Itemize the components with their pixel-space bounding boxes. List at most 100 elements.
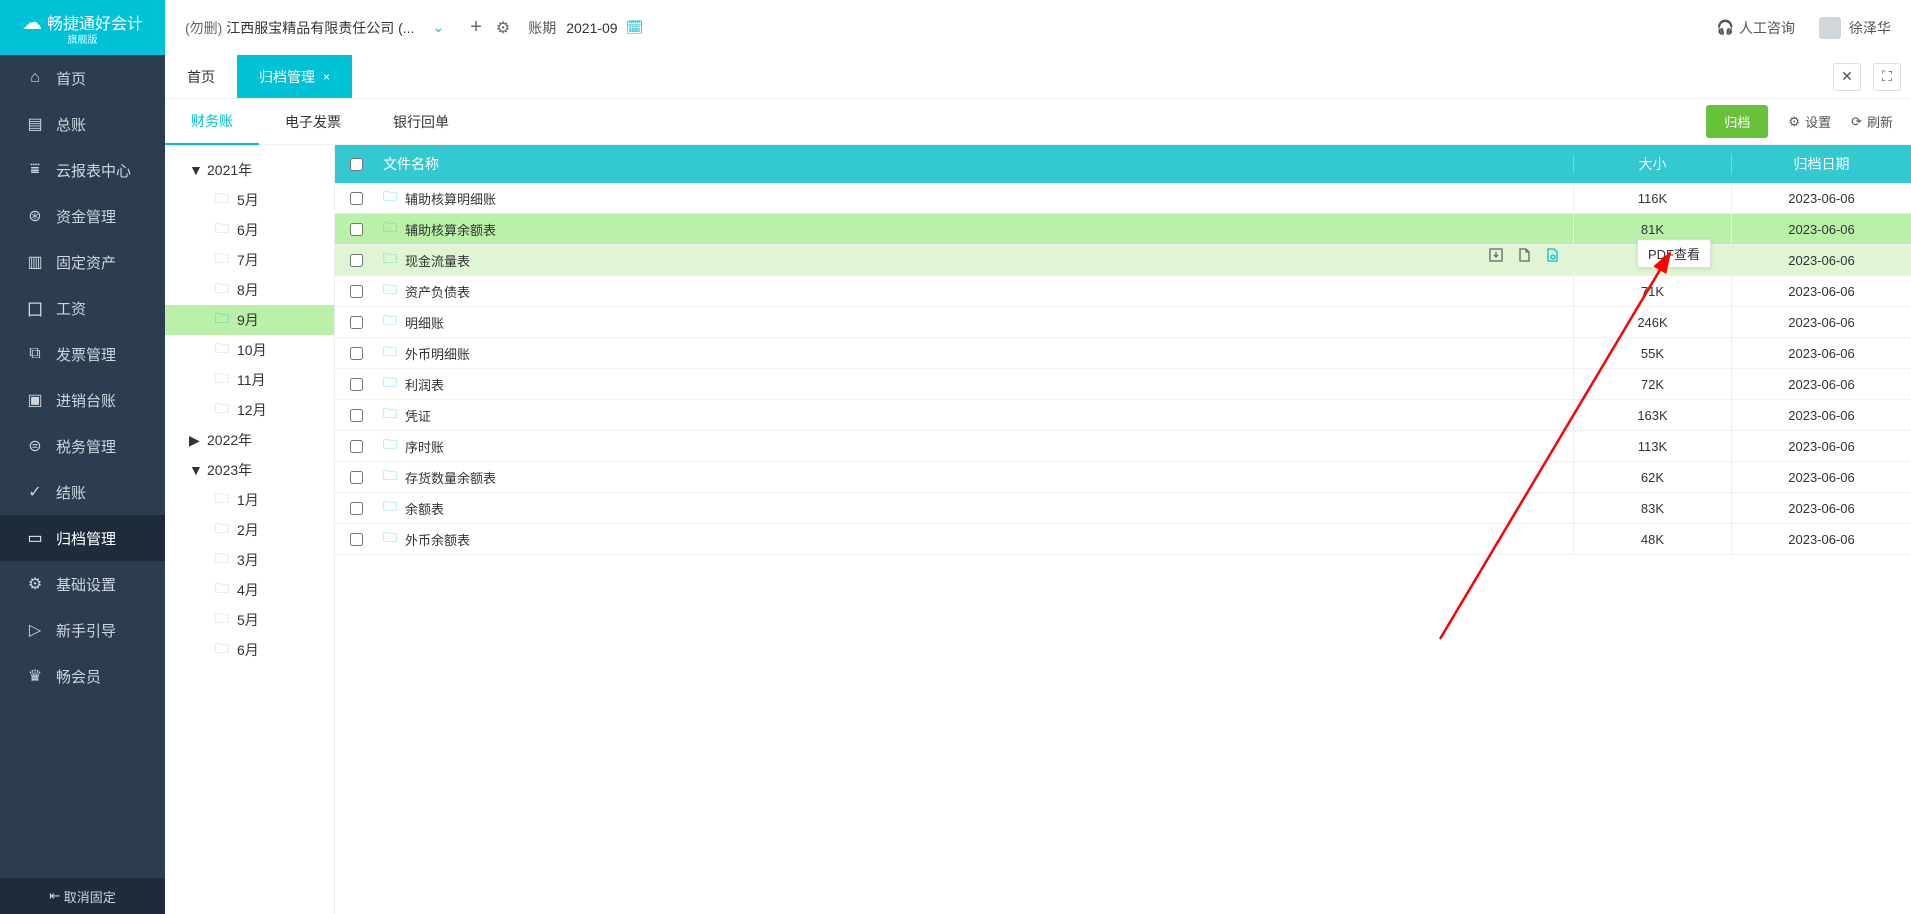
file-size: 113K bbox=[1573, 431, 1731, 461]
table-row[interactable]: 🗀凭证163K2023-06-06 bbox=[335, 400, 1911, 431]
sidebar-item-7[interactable]: ▣进销台账 bbox=[0, 377, 165, 423]
tree-month[interactable]: 🗀5月 bbox=[165, 605, 334, 635]
row-checkbox[interactable] bbox=[350, 347, 363, 360]
tree-month[interactable]: 🗀6月 bbox=[165, 635, 334, 665]
tree-year[interactable]: ▼2023年 bbox=[165, 455, 334, 485]
folder-icon: 🗀 bbox=[215, 248, 229, 272]
tree-month[interactable]: 🗀3月 bbox=[165, 545, 334, 575]
close-icon[interactable]: × bbox=[323, 70, 330, 84]
nav-icon: ▷ bbox=[26, 620, 44, 640]
nav-icon: ⚙ bbox=[26, 574, 44, 594]
table-row[interactable]: 🗀外币余额表48K2023-06-06 bbox=[335, 524, 1911, 555]
tab-home[interactable]: 首页 bbox=[165, 55, 237, 98]
sidebar: ☁畅捷通好会计 旗舰版 ⌂首页▤总账⩸云报表中心⊛资金管理▥固定资产囗工资⧉发票… bbox=[0, 0, 165, 914]
folder-icon: 🗀 bbox=[215, 488, 229, 512]
subtab-finance[interactable]: 财务账 bbox=[165, 99, 259, 145]
table-row[interactable]: 🗀辅助核算明细账116K2023-06-06 bbox=[335, 183, 1911, 214]
subtabs: 财务账 电子发票 银行回单 归档 ⚙设置 ⟳刷新 bbox=[165, 99, 1911, 145]
table-row[interactable]: 🗀利润表72K2023-06-06 bbox=[335, 369, 1911, 400]
tree-month[interactable]: 🗀8月 bbox=[165, 275, 334, 305]
calendar-icon[interactable]: 🗓 bbox=[626, 19, 644, 36]
tree-month[interactable]: 🗀4月 bbox=[165, 575, 334, 605]
chevron-down-icon[interactable]: ⌄ bbox=[432, 19, 444, 36]
company-name[interactable]: 江西服宝精品有限责任公司 (... bbox=[226, 18, 414, 38]
download-excel-icon[interactable] bbox=[1487, 246, 1505, 264]
folder-icon: 🗀 bbox=[215, 548, 229, 572]
sidebar-item-2[interactable]: ⩸云报表中心 bbox=[0, 147, 165, 193]
subtab-einvoice[interactable]: 电子发票 bbox=[259, 99, 367, 145]
row-checkbox[interactable] bbox=[350, 192, 363, 205]
table-row[interactable]: 🗀存货数量余额表62K2023-06-06 bbox=[335, 462, 1911, 493]
avatar bbox=[1819, 17, 1841, 39]
sidebar-item-3[interactable]: ⊛资金管理 bbox=[0, 193, 165, 239]
sidebar-item-9[interactable]: ✓结账 bbox=[0, 469, 165, 515]
sidebar-item-11[interactable]: ⚙基础设置 bbox=[0, 561, 165, 607]
download-pdf-icon[interactable] bbox=[1515, 246, 1533, 264]
gear-icon[interactable]: ⚙ bbox=[496, 18, 510, 38]
row-checkbox[interactable] bbox=[350, 285, 363, 298]
table-row[interactable]: 🗀余额表83K2023-06-06 bbox=[335, 493, 1911, 524]
folder-icon: 🗀 bbox=[215, 308, 229, 332]
sidebar-item-12[interactable]: ▷新手引导 bbox=[0, 607, 165, 653]
topbar: (勿删) 江西服宝精品有限责任公司 (... ⌄ + ⚙ 账期 2021-09 … bbox=[165, 0, 1911, 55]
file-name: 凭证 bbox=[405, 406, 431, 425]
tree-year[interactable]: ▼2021年 bbox=[165, 155, 334, 185]
tree-month[interactable]: 🗀7月 bbox=[165, 245, 334, 275]
period-value[interactable]: 2021-09 bbox=[566, 20, 617, 36]
sidebar-item-6[interactable]: ⧉发票管理 bbox=[0, 331, 165, 377]
settings-link[interactable]: ⚙设置 bbox=[1788, 112, 1831, 131]
row-checkbox[interactable] bbox=[350, 316, 363, 329]
tree-month[interactable]: 🗀6月 bbox=[165, 215, 334, 245]
tab-archive[interactable]: 归档管理× bbox=[237, 55, 352, 98]
row-checkbox[interactable] bbox=[350, 254, 363, 267]
row-checkbox[interactable] bbox=[350, 440, 363, 453]
sidebar-item-10[interactable]: ▭归档管理 bbox=[0, 515, 165, 561]
year-tree: ▼2021年🗀5月🗀6月🗀7月🗀8月🗀9月🗀10月🗀11月🗀12月▶2022年▼… bbox=[165, 145, 335, 914]
tree-month[interactable]: 🗀11月 bbox=[165, 365, 334, 395]
select-all-checkbox[interactable] bbox=[350, 158, 363, 171]
refresh-link[interactable]: ⟳刷新 bbox=[1851, 112, 1893, 131]
file-size: 246K bbox=[1573, 307, 1731, 337]
row-checkbox[interactable] bbox=[350, 409, 363, 422]
sidebar-item-4[interactable]: ▥固定资产 bbox=[0, 239, 165, 285]
table-row[interactable]: 🗀外币明细账55K2023-06-06 bbox=[335, 338, 1911, 369]
archive-date: 2023-06-06 bbox=[1731, 214, 1911, 244]
add-icon[interactable]: + bbox=[470, 16, 482, 39]
cloud-icon: ☁ bbox=[22, 12, 42, 34]
archive-date: 2023-06-06 bbox=[1731, 431, 1911, 461]
sidebar-footer-toggle[interactable]: ⇤ 取消固定 bbox=[0, 878, 165, 914]
sidebar-item-1[interactable]: ▤总账 bbox=[0, 101, 165, 147]
refresh-icon: ⟳ bbox=[1851, 114, 1862, 130]
subtab-bank[interactable]: 银行回单 bbox=[367, 99, 475, 145]
row-checkbox[interactable] bbox=[350, 502, 363, 515]
view-pdf-icon[interactable] bbox=[1543, 246, 1561, 264]
tree-month[interactable]: 🗀5月 bbox=[165, 185, 334, 215]
support-link[interactable]: 🎧人工咨询 bbox=[1717, 18, 1795, 38]
table-row[interactable]: 🗀明细账246K2023-06-06 bbox=[335, 307, 1911, 338]
sidebar-item-5[interactable]: 囗工资 bbox=[0, 285, 165, 331]
sidebar-item-8[interactable]: ⊜税务管理 bbox=[0, 423, 165, 469]
sidebar-item-13[interactable]: ♛畅会员 bbox=[0, 653, 165, 699]
tree-month[interactable]: 🗀2月 bbox=[165, 515, 334, 545]
nav-icon: ♛ bbox=[26, 666, 44, 686]
table-row[interactable]: 🗀资产负债表71K2023-06-06 bbox=[335, 276, 1911, 307]
row-checkbox[interactable] bbox=[350, 223, 363, 236]
archive-date: 2023-06-06 bbox=[1731, 307, 1911, 337]
row-checkbox[interactable] bbox=[350, 378, 363, 391]
tree-month[interactable]: 🗀10月 bbox=[165, 335, 334, 365]
table-row[interactable]: 🗀序时账113K2023-06-06 bbox=[335, 431, 1911, 462]
row-checkbox[interactable] bbox=[350, 533, 363, 546]
user-menu[interactable]: 徐泽华 bbox=[1819, 17, 1891, 39]
brand-name: 畅捷通好会计 bbox=[47, 16, 143, 33]
nav-icon: 囗 bbox=[26, 296, 44, 320]
tree-month[interactable]: 🗀12月 bbox=[165, 395, 334, 425]
file-name: 辅助核算明细账 bbox=[405, 189, 496, 208]
row-checkbox[interactable] bbox=[350, 471, 363, 484]
tree-year[interactable]: ▶2022年 bbox=[165, 425, 334, 455]
tree-month[interactable]: 🗀9月 bbox=[165, 305, 334, 335]
sidebar-item-0[interactable]: ⌂首页 bbox=[0, 55, 165, 101]
close-all-tabs[interactable]: ✕ bbox=[1833, 63, 1861, 91]
tree-month[interactable]: 🗀1月 bbox=[165, 485, 334, 515]
fullscreen-icon[interactable]: ⛶ bbox=[1873, 63, 1901, 91]
archive-button[interactable]: 归档 bbox=[1706, 105, 1768, 138]
